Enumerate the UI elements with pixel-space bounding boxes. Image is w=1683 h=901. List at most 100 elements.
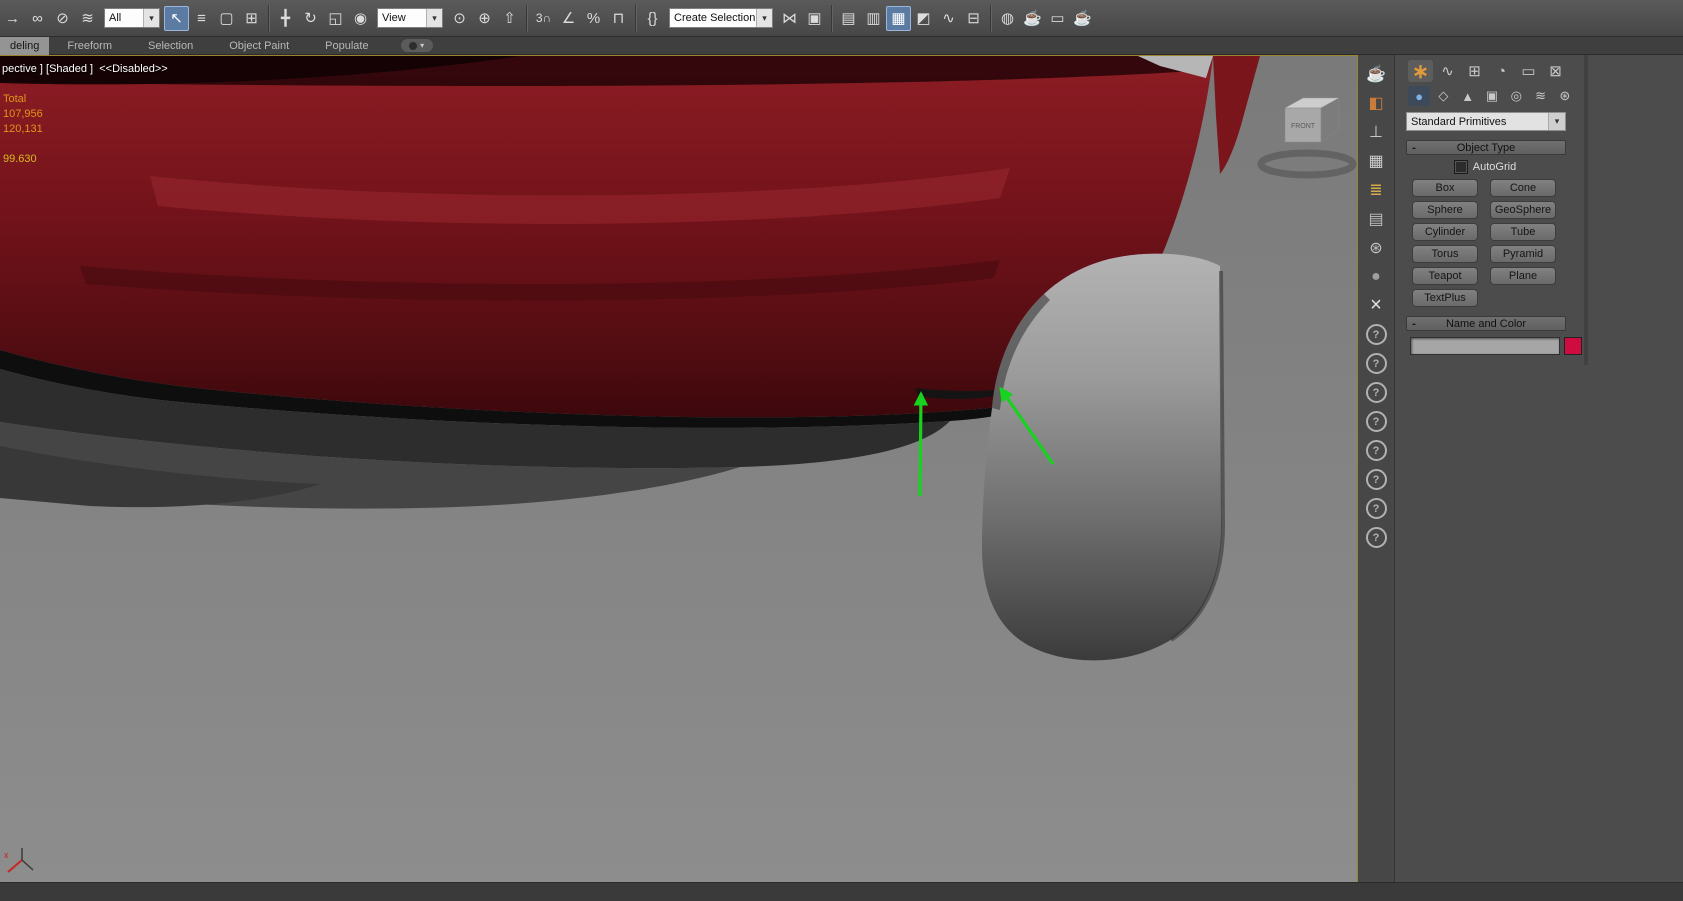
command-panel: ∗ ∿ ⊞ ◔ ▭ ⊠ ● ◇ ▲ ▣ ◎ ≋ ⊛ Standard Primi… [1396, 55, 1683, 882]
material-editor-button[interactable]: ◍ [995, 6, 1020, 31]
collapse-icon: - [1412, 141, 1416, 154]
use-pivot-point-center-button[interactable]: ⊙ [447, 6, 472, 31]
help-icon[interactable]: ? [1365, 494, 1387, 523]
checker-icon[interactable]: ▦ [1361, 146, 1391, 175]
ribbon-tab-populate[interactable]: Populate [307, 37, 386, 55]
ribbon-tab-modeling[interactable]: deling [0, 36, 50, 55]
help-icon[interactable]: ? [1365, 523, 1387, 552]
lights-category-icon[interactable]: ▲ [1457, 86, 1479, 106]
select-and-link-button[interactable]: ∞ [25, 6, 50, 31]
primitive-category-dropdown[interactable]: Standard Primitives ▾ [1406, 112, 1566, 131]
geosphere-button[interactable]: GeoSphere [1490, 201, 1556, 219]
geometry-category-icon[interactable]: ● [1408, 86, 1431, 106]
rectangular-selection-region-button[interactable]: ▢ [214, 6, 239, 31]
question-mark: ? [1365, 469, 1387, 490]
manage-layers-button[interactable]: ▤ [836, 6, 861, 31]
edit-named-selection-sets-button[interactable]: {} [640, 6, 665, 31]
compass-icon[interactable]: ⊥ [1361, 117, 1391, 146]
teapot-button[interactable]: Teapot [1412, 267, 1478, 285]
pyramid-button[interactable]: Pyramid [1490, 245, 1556, 263]
paint-bucket-icon[interactable]: ◧ [1361, 88, 1391, 117]
object-name-input[interactable] [1410, 337, 1560, 355]
select-by-name-button[interactable]: ≡ [189, 6, 214, 31]
plane-button[interactable]: Plane [1490, 267, 1556, 285]
space-warps-category-icon[interactable]: ≋ [1529, 86, 1551, 106]
unlink-selection-button[interactable]: ⊘ [50, 6, 75, 31]
cone-button[interactable]: Cone [1490, 179, 1556, 197]
question-mark: ? [1365, 324, 1387, 345]
mirror-button[interactable]: ⋈ [777, 6, 802, 31]
helpers-category-icon[interactable]: ◎ [1505, 86, 1527, 106]
graph-editors-button[interactable]: ◩ [911, 6, 936, 31]
scene-explorer-button[interactable]: ▥ [861, 6, 886, 31]
help-icon[interactable]: ? [1365, 378, 1387, 407]
create-tab-icon[interactable]: ∗ [1408, 60, 1433, 83]
ribbon-tab-freeform[interactable]: Freeform [49, 37, 130, 55]
display-tab-icon[interactable]: ▭ [1516, 60, 1541, 82]
sphere-button[interactable]: Sphere [1412, 201, 1478, 219]
align-button[interactable]: ▣ [802, 6, 827, 31]
perspective-viewport[interactable]: FRONT x pective ] [Shaded ] <<Disabled>>… [0, 55, 1358, 883]
object-color-swatch[interactable] [1564, 337, 1582, 355]
teapot-icon[interactable]: ☕ [1361, 59, 1391, 88]
slabs-icon[interactable]: ▤ [1361, 204, 1391, 233]
ribbon-config-button[interactable]: ▾ [400, 39, 433, 52]
select-and-move-button[interactable]: ╋ [273, 6, 298, 31]
reference-coordinate-dropdown[interactable]: View ▾ [377, 8, 443, 28]
snaps-toggle-button[interactable]: 3∩ [531, 6, 556, 31]
create-categories: ● ◇ ▲ ▣ ◎ ≋ ⊛ [1404, 86, 1576, 106]
rendered-frame-window-button[interactable]: ▭ [1045, 6, 1070, 31]
autogrid-checkbox[interactable] [1453, 160, 1468, 174]
layers-icon[interactable]: ≣ [1361, 175, 1391, 204]
bind-to-space-warp-button[interactable]: ≋ [75, 6, 100, 31]
curve-editor-button[interactable]: ∿ [936, 6, 961, 31]
panel-scrollbar[interactable] [1584, 55, 1588, 365]
spinner-snap-button[interactable]: ⊓ [606, 6, 631, 31]
stats-poly-count: 107,956 [3, 108, 43, 120]
selection-filter-dropdown[interactable]: All ▾ [104, 8, 160, 28]
help-icon[interactable]: ? [1365, 349, 1387, 378]
utilities-tab-icon[interactable]: ⊠ [1543, 60, 1568, 82]
keyboard-shortcut-override-button[interactable]: ⇧ [497, 6, 522, 31]
ringed-sphere-icon[interactable]: ⊛ [1361, 233, 1391, 262]
ribbon-tab-object-paint[interactable]: Object Paint [211, 37, 307, 55]
cameras-category-icon[interactable]: ▣ [1481, 86, 1503, 106]
viewcube-ring[interactable] [1257, 149, 1357, 179]
command-panel-tabs: ∗ ∿ ⊞ ◔ ▭ ⊠ [1404, 60, 1576, 83]
help-icon[interactable]: ? [1365, 320, 1387, 349]
schematic-view-button[interactable]: ⊟ [961, 6, 986, 31]
select-and-place-button[interactable]: ◉ [348, 6, 373, 31]
systems-category-icon[interactable]: ⊛ [1554, 86, 1576, 106]
percent-snap-button[interactable]: % [581, 6, 606, 31]
modify-tab-icon[interactable]: ∿ [1435, 60, 1460, 82]
viewport-label[interactable]: pective ] [Shaded ] <<Disabled>> [2, 63, 168, 75]
help-icon[interactable]: ? [1365, 436, 1387, 465]
select-object-button[interactable]: ↖ [164, 5, 189, 31]
render-setup-button[interactable]: ☕ [1020, 6, 1045, 31]
ribbon-tab-selection[interactable]: Selection [130, 37, 211, 55]
viewcube[interactable]: FRONT [1257, 97, 1357, 179]
select-and-rotate-button[interactable]: ↻ [298, 6, 323, 31]
angle-snap-button[interactable]: ∠ [556, 6, 581, 31]
help-icon[interactable]: ? [1365, 407, 1387, 436]
textplus-button[interactable]: TextPlus [1412, 289, 1478, 307]
hierarchy-tab-icon[interactable]: ⊞ [1462, 60, 1487, 82]
object-type-rollout-header[interactable]: - Object Type [1406, 140, 1566, 155]
select-and-scale-button[interactable]: ◱ [323, 6, 348, 31]
sphere-icon[interactable]: ● [1361, 262, 1391, 291]
redo-icon[interactable]: → [0, 6, 25, 31]
render-production-button[interactable]: ☕ [1070, 6, 1095, 31]
help-icon[interactable]: ? [1365, 465, 1387, 494]
select-and-manipulate-button[interactable]: ⊕ [472, 6, 497, 31]
motion-tab-icon[interactable]: ◔ [1489, 60, 1514, 82]
cylinder-button[interactable]: Cylinder [1412, 223, 1478, 241]
shapes-category-icon[interactable]: ◇ [1432, 86, 1454, 106]
window-crossing-button[interactable]: ⊞ [239, 6, 264, 31]
torus-button[interactable]: Torus [1412, 245, 1478, 263]
tube-button[interactable]: Tube [1490, 223, 1556, 241]
close-icon[interactable]: × [1361, 291, 1391, 320]
name-color-rollout-header[interactable]: - Name and Color [1406, 316, 1566, 331]
layer-explorer-button[interactable]: ▦ [886, 5, 911, 31]
box-button[interactable]: Box [1412, 179, 1478, 197]
named-selection-sets-dropdown[interactable]: Create Selection Se ▾ [669, 8, 773, 28]
